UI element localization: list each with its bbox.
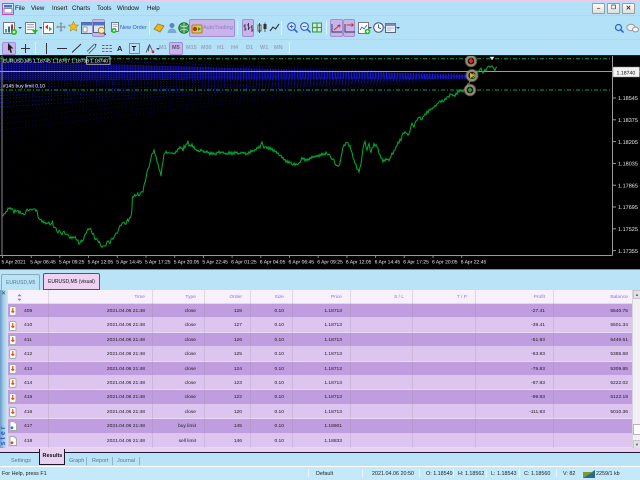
svg-text:1.18035: 1.18035: [618, 162, 638, 168]
svg-text:1.18375: 1.18375: [618, 118, 638, 124]
svg-text:6 Apr 12:05: 6 Apr 12:05: [346, 260, 372, 266]
svg-text:#145 buy limit 0.10: #145 buy limit 0.10: [3, 84, 45, 90]
svg-text:5 Apr 12:05: 5 Apr 12:05: [88, 260, 114, 266]
svg-text:5 Apr 2021: 5 Apr 2021: [2, 260, 26, 266]
svg-text:1.18545: 1.18545: [618, 96, 638, 102]
svg-text:1.17525: 1.17525: [618, 227, 638, 233]
svg-text:6 Apr 17:25: 6 Apr 17:25: [403, 260, 429, 266]
svg-text:6 Apr 01:25: 6 Apr 01:25: [231, 260, 257, 266]
svg-text:6 Apr 06:45: 6 Apr 06:45: [289, 260, 315, 266]
svg-text:1.17355: 1.17355: [618, 249, 638, 255]
svg-text:6 Apr 09:25: 6 Apr 09:25: [317, 260, 343, 266]
svg-text:5 Apr 22:45: 5 Apr 22:45: [202, 260, 228, 266]
svg-text:EURUSD,M5 1.18745 1.18767 1.18: EURUSD,M5 1.18745 1.18767 1.18738 1.1874…: [3, 59, 108, 65]
svg-text:6 Apr 20:05: 6 Apr 20:05: [432, 260, 458, 266]
svg-text:6 Apr 22:45: 6 Apr 22:45: [461, 260, 487, 266]
svg-text:1.17695: 1.17695: [618, 205, 638, 211]
svg-text:5 Apr 20:05: 5 Apr 20:05: [174, 260, 200, 266]
svg-text:5 Apr 06:45: 5 Apr 06:45: [30, 260, 56, 266]
svg-text:5 Apr 09:25: 5 Apr 09:25: [59, 260, 85, 266]
svg-text:T: T: [132, 46, 137, 53]
svg-text:1.17865: 1.17865: [618, 183, 638, 189]
svg-text:5 Apr 17:25: 5 Apr 17:25: [145, 260, 171, 266]
svg-text:6 Apr 14:45: 6 Apr 14:45: [375, 260, 401, 266]
svg-text:1.18740: 1.18740: [617, 71, 636, 77]
svg-text:5 Apr 14:45: 5 Apr 14:45: [116, 260, 142, 266]
svg-text:6 Apr 04:05: 6 Apr 04:05: [260, 260, 286, 266]
svg-text:1.18205: 1.18205: [618, 140, 638, 146]
